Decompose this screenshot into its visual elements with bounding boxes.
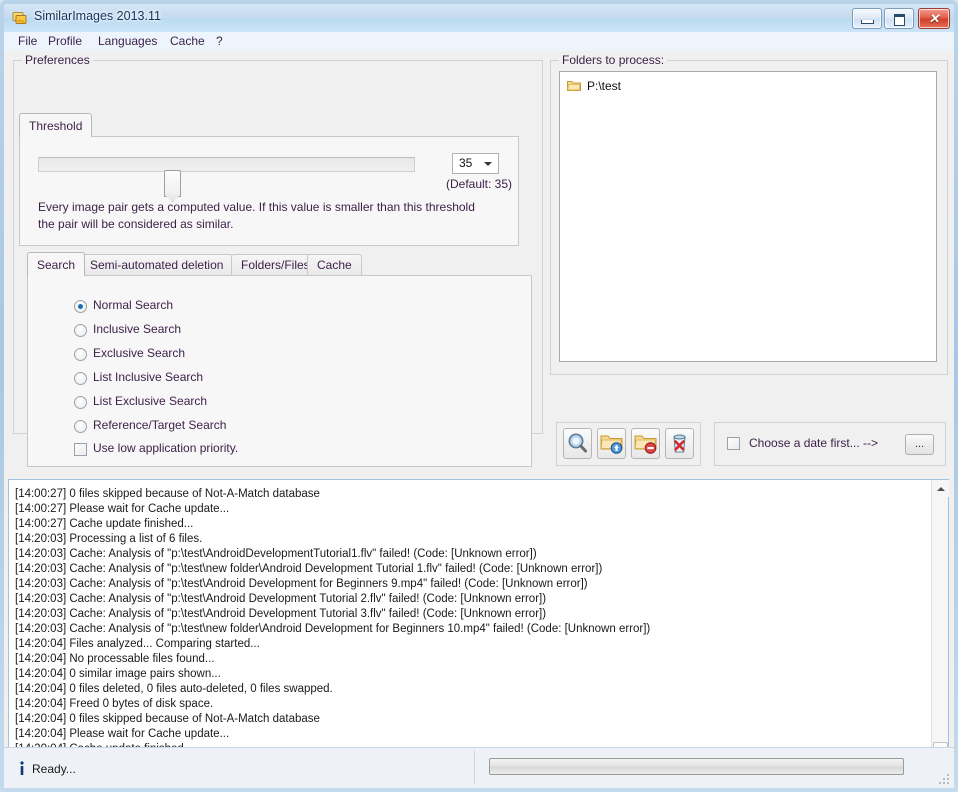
- log-line: [14:00:27] 0 files skipped because of No…: [15, 488, 320, 500]
- threshold-tab-page: 35 (Default: 35) Every image pair gets a…: [19, 136, 519, 246]
- close-icon: ✕: [928, 11, 940, 26]
- threshold-description: Every image pair gets a computed value. …: [38, 200, 475, 231]
- log-line: [14:20:03] Cache: Analysis of "p:\test\A…: [15, 593, 547, 605]
- log-line: [14:20:04] 0 files deleted, 0 files auto…: [15, 683, 333, 695]
- menu-item-help[interactable]: ?: [210, 34, 229, 49]
- checkbox-indicator: [74, 443, 87, 456]
- threshold-tabstrip: Threshold: [19, 113, 519, 137]
- progress-bar: [489, 758, 904, 775]
- log-line: [14:20:03] Cache: Analysis of "p:\test\A…: [15, 608, 547, 620]
- maximize-button[interactable]: [884, 8, 914, 29]
- log-panel: [14:00:27] 0 files skipped because of No…: [8, 479, 949, 785]
- tab-search[interactable]: Search: [27, 252, 86, 276]
- log-line: [14:20:04] No processable files found...: [15, 653, 215, 665]
- maximize-glyph: [894, 14, 905, 26]
- images-stack-icon: [12, 10, 28, 26]
- search-button[interactable]: [563, 428, 592, 459]
- menu-item-languages[interactable]: Languages: [92, 34, 163, 49]
- radio-indicator: [74, 348, 87, 361]
- window-title: SimilarImages 2013.11: [34, 9, 161, 23]
- menu-bar: File Profile Languages Cache ?: [4, 32, 954, 51]
- close-button[interactable]: ✕: [918, 8, 950, 29]
- radio-label: Exclusive Search: [93, 346, 186, 360]
- folder-icon: [567, 79, 581, 92]
- status-separator: [474, 750, 475, 784]
- radio-label: List Inclusive Search: [93, 370, 204, 384]
- log-line: [14:20:04] Freed 0 bytes of disk space.: [15, 698, 214, 710]
- chevron-up-glyph: [937, 487, 945, 491]
- magnifier-icon: [568, 433, 587, 453]
- trash-delete-icon: [673, 434, 686, 453]
- threshold-value-combobox[interactable]: 35: [452, 153, 499, 174]
- checkbox-label: Use low application priority.: [93, 441, 239, 455]
- client-area: Preferences Threshold 35 (Default: 35) E…: [4, 51, 954, 788]
- minimize-button[interactable]: [852, 8, 882, 29]
- radio-indicator: [74, 396, 87, 409]
- search-tabstrip: Search Semi-automated deletion Folders/F…: [27, 252, 527, 276]
- list-item-label: P:\test: [587, 79, 622, 93]
- radio-indicator: [74, 300, 87, 313]
- tab-threshold[interactable]: Threshold: [19, 113, 93, 137]
- log-line: [14:20:03] Cache: Analysis of "p:\test\A…: [15, 548, 537, 560]
- status-text: Ready...: [32, 762, 76, 776]
- folder-toolbar: [556, 422, 701, 466]
- radio-indicator: [74, 420, 87, 433]
- log-scrollbar[interactable]: [931, 480, 949, 784]
- menu-item-profile[interactable]: Profile: [42, 34, 88, 49]
- date-browse-button[interactable]: ...: [905, 434, 934, 455]
- radio-indicator: [74, 372, 87, 385]
- info-icon: [18, 761, 26, 775]
- delete-button[interactable]: [665, 428, 694, 459]
- threshold-default-label: (Default: 35): [446, 177, 513, 191]
- log-line: [14:20:04] Files analyzed... Comparing s…: [15, 638, 260, 650]
- log-line: [14:20:04] 0 files skipped because of No…: [15, 713, 320, 725]
- title-bar[interactable]: SimilarImages 2013.11 ✕: [4, 4, 954, 32]
- scroll-up-icon[interactable]: [932, 480, 949, 497]
- threshold-slider-track[interactable]: [38, 157, 415, 197]
- radio-label: Reference/Target Search: [93, 418, 227, 432]
- status-bar: Ready...: [4, 747, 954, 788]
- date-panel: Choose a date first... --> ...: [714, 422, 946, 466]
- add-folder-button[interactable]: [597, 428, 626, 459]
- tab-semi-automated-deletion[interactable]: Semi-automated deletion: [80, 254, 234, 275]
- search-tab-page: Normal Search Inclusive Search Exclusive…: [27, 275, 532, 467]
- preferences-group-label: Preferences: [22, 53, 93, 67]
- log-line: [14:00:27] Cache update finished...: [15, 518, 194, 530]
- folders-list[interactable]: P:\test: [559, 71, 937, 362]
- folder-remove-icon: [634, 435, 657, 454]
- menu-item-file[interactable]: File: [12, 34, 43, 49]
- log-line: [14:20:04] 0 similar image pairs shown..…: [15, 668, 221, 680]
- log-line: [14:20:03] Processing a list of 6 files.: [15, 533, 203, 545]
- menu-item-cache[interactable]: Cache: [164, 34, 211, 49]
- remove-folder-button[interactable]: [631, 428, 660, 459]
- radio-label: Normal Search: [93, 298, 174, 312]
- folders-to-process-group: Folders to process: P:\test: [550, 53, 948, 375]
- threshold-value-text: 35: [459, 156, 473, 170]
- resize-grip-icon[interactable]: [939, 774, 950, 785]
- radio-label: Inclusive Search: [93, 322, 182, 336]
- threshold-slider-thumb[interactable]: [163, 170, 181, 197]
- radio-label: List Exclusive Search: [93, 394, 208, 408]
- log-line: [14:20:04] Please wait for Cache update.…: [15, 728, 230, 740]
- log-line: [14:20:03] Cache: Analysis of "p:\test\n…: [15, 563, 603, 575]
- log-line: [14:20:03] Cache: Analysis of "p:\test\A…: [15, 578, 588, 590]
- minimize-glyph: [861, 20, 874, 24]
- log-line: [14:20:03] Cache: Analysis of "p:\test\n…: [15, 623, 651, 635]
- application-window: SimilarImages 2013.11 ✕ File Profile Lan…: [0, 0, 958, 792]
- folder-add-icon: [600, 435, 623, 454]
- log-line: [14:00:27] Please wait for Cache update.…: [15, 503, 230, 515]
- choose-date-label: Choose a date first... -->: [749, 436, 879, 450]
- log-text-area[interactable]: [14:00:27] 0 files skipped because of No…: [9, 480, 931, 784]
- chevron-down-icon: [484, 162, 492, 166]
- folders-group-label: Folders to process:: [559, 53, 668, 67]
- choose-date-checkbox[interactable]: [727, 437, 740, 450]
- tab-cache[interactable]: Cache: [307, 254, 362, 275]
- radio-indicator: [74, 324, 87, 337]
